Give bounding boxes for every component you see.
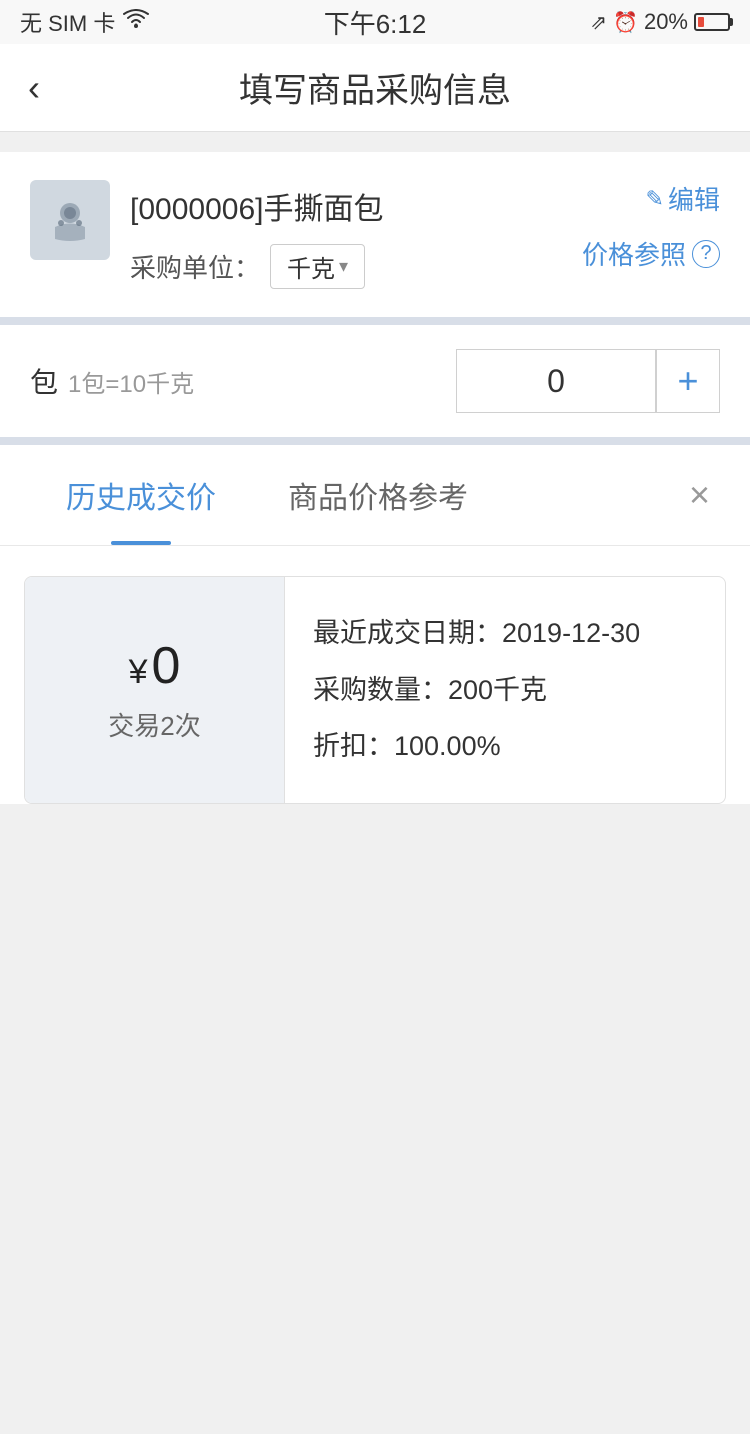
tabs-bar: 历史成交价 商品价格参考 × (0, 445, 750, 546)
edit-icon: ✎ (646, 186, 664, 212)
product-header: [0000006]手撕面包 采购单位： 千克 ▾ ✎ 编辑 价格参照 ? (30, 180, 720, 289)
price-ref-label: 价格参照 (582, 235, 686, 272)
status-bar: 无 SIM 卡 下午6:12 ⇗ ⏰ 20% (0, 0, 750, 44)
plus-icon: + (677, 360, 698, 402)
product-name: [0000006]手撕面包 (130, 184, 383, 228)
price-value: 0 (152, 636, 181, 696)
quantity-label: 包 1包=10千克 (30, 361, 194, 401)
edit-label: 编辑 (668, 180, 720, 217)
product-actions: ✎ 编辑 价格参照 ? (582, 180, 720, 272)
gps-icon: ⇗ (590, 10, 607, 35)
unit-dropdown-arrow: ▾ (339, 256, 348, 277)
unit-label: 采购单位： (130, 248, 260, 285)
price-ref-help-icon: ? (692, 240, 720, 268)
product-title: 手撕面包 (263, 193, 383, 226)
product-id: [0000006] (130, 193, 263, 226)
unit-conversion: 1包=10千克 (68, 364, 194, 399)
recent-date-row: 最近成交日期：2019-12-30 (313, 613, 697, 654)
status-left: 无 SIM 卡 (20, 6, 149, 38)
status-right: ⇗ ⏰ 20% (590, 9, 730, 35)
product-left: [0000006]手撕面包 采购单位： 千克 ▾ (30, 180, 383, 289)
product-info: [0000006]手撕面包 采购单位： 千克 ▾ (130, 180, 383, 289)
main-content (0, 834, 750, 1434)
quantity-row: 包 1包=10千克 0 + (0, 325, 750, 437)
history-price-panel: ¥ 0 交易2次 (25, 577, 285, 803)
purchase-quantity-row: 采购数量：200千克 (313, 670, 697, 711)
quantity-input[interactable]: 0 (456, 349, 656, 413)
alarm-icon: ⏰ (613, 10, 638, 35)
page-title: 填写商品采购信息 (239, 63, 511, 112)
currency-symbol: ¥ (129, 653, 148, 692)
edit-button[interactable]: ✎ 编辑 (646, 180, 720, 217)
battery-percent: 20% (644, 9, 688, 35)
quantity-controls: 0 + (456, 349, 720, 413)
product-card: [0000006]手撕面包 采购单位： 千克 ▾ ✎ 编辑 价格参照 ? (0, 152, 750, 317)
wifi-icon (123, 9, 149, 35)
tab-history-price[interactable]: 历史成交价 (30, 445, 252, 545)
quantity-detail-label: 采购数量： (313, 675, 448, 705)
quantity-detail-value: 200千克 (448, 675, 547, 705)
history-price-amount: ¥ 0 (129, 636, 181, 696)
unit-value: 千克 (287, 249, 335, 284)
price-ref-button[interactable]: 价格参照 ? (582, 235, 720, 272)
tab-history-label: 历史成交价 (66, 482, 216, 515)
status-time: 下午6:12 (324, 4, 427, 41)
section-divider-1 (0, 317, 750, 325)
tab-price-reference[interactable]: 商品价格参考 (252, 445, 504, 545)
package-label: 包 (30, 361, 58, 401)
battery-icon (694, 13, 730, 31)
carrier-label: 无 SIM 卡 (20, 6, 115, 38)
recent-date-label: 最近成交日期： (313, 618, 502, 648)
discount-label: 折扣： (313, 731, 394, 761)
tab-close-button[interactable]: × (679, 464, 720, 526)
product-thumbnail (30, 180, 110, 260)
tab-price-ref-label: 商品价格参考 (288, 482, 468, 515)
quantity-plus-button[interactable]: + (656, 349, 720, 413)
unit-select[interactable]: 千克 ▾ (270, 244, 365, 289)
history-detail-panel: 最近成交日期：2019-12-30 采购数量：200千克 折扣：100.00% (285, 577, 725, 803)
product-unit-row: 采购单位： 千克 ▾ (130, 244, 383, 289)
history-card: ¥ 0 交易2次 最近成交日期：2019-12-30 采购数量：200千克 折扣… (24, 576, 726, 804)
discount-value: 100.00% (394, 731, 501, 761)
tabs-list: 历史成交价 商品价格参考 (30, 445, 504, 545)
back-button[interactable]: ‹ (28, 67, 40, 109)
tabs-section: 历史成交价 商品价格参考 × ¥ 0 交易2次 最近成交日期：2019-12-3… (0, 437, 750, 804)
nav-bar: ‹ 填写商品采购信息 (0, 44, 750, 132)
transaction-count: 交易2次 (108, 706, 200, 743)
discount-row: 折扣：100.00% (313, 726, 697, 767)
recent-date-value: 2019-12-30 (502, 618, 640, 648)
